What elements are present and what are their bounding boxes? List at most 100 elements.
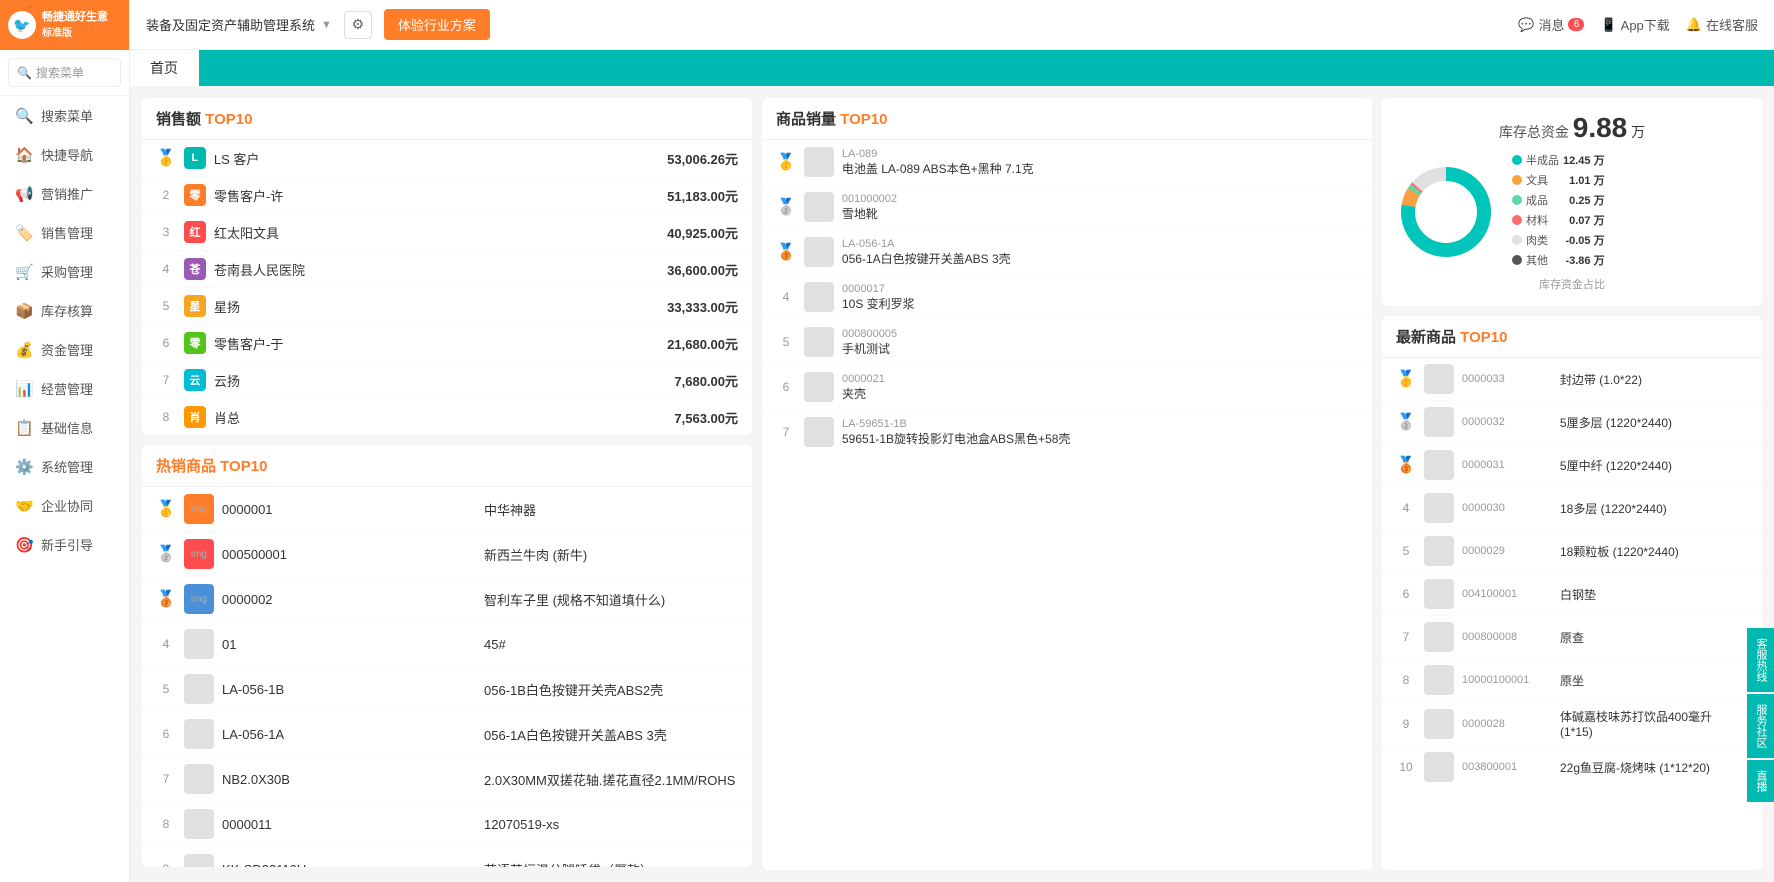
sidebar: 🐦 畅捷通好生意 标准版 🔍 搜索菜单 🔍搜索菜单🏠快捷导航📢营销推广🏷️销售管… — [0, 0, 130, 882]
sidebar-item-inventory[interactable]: 📦库存核算 — [0, 291, 129, 330]
customer-avatar: 苍 — [184, 258, 206, 280]
sidebar-item-system[interactable]: ⚙️系统管理 — [0, 447, 129, 486]
product-name: 5厘多层 (1220*2440) — [1560, 414, 1672, 431]
base-icon: 📋 — [15, 419, 33, 437]
logo-icon: 🐦 — [8, 11, 36, 39]
sold-product-list: 🥇 LA-089 电池盖 LA-089 ABS本色+黑种 7.1克 🥈 0010… — [762, 140, 1372, 454]
product-name: 电池盖 LA-089 ABS本色+黑种 7.1克 — [842, 160, 1358, 177]
product-code: 0000028 — [1462, 718, 1552, 730]
sidebar-item-search[interactable]: 🔍搜索菜单 — [0, 96, 129, 135]
product-image-placeholder — [1424, 450, 1454, 480]
settings-button[interactable]: ⚙ — [344, 11, 372, 39]
product-name: 白钢垫 — [1560, 586, 1596, 603]
main-nav: 🔍搜索菜单🏠快捷导航📢营销推广🏷️销售管理🛒采购管理📦库存核算💰资金管理📊经营管… — [0, 96, 129, 882]
product-image: img — [184, 539, 214, 569]
sidebar-item-operations[interactable]: 📊经营管理 — [0, 369, 129, 408]
tabbar: 首页 — [130, 50, 1774, 86]
sidebar-item-marketing[interactable]: 📢营销推广 — [0, 174, 129, 213]
product-code: KK-SD22110H — [222, 862, 476, 868]
rank-number: 7 — [156, 772, 176, 786]
product-image-placeholder — [804, 372, 834, 402]
product-image-placeholder — [804, 237, 834, 267]
float-btn-直播[interactable]: 直播 — [1747, 760, 1774, 802]
sidebar-item-finance[interactable]: 💰资金管理 — [0, 330, 129, 369]
legend-dot — [1512, 255, 1522, 265]
rank-number: 6 — [156, 336, 176, 350]
customer-name: 星扬 — [214, 297, 659, 316]
product-code: 01 — [222, 637, 476, 652]
float-btn-客服热线[interactable]: 客服热线 — [1747, 628, 1774, 692]
sold-products-header: 商品销量 TOP10 — [762, 98, 1372, 140]
app-download-button[interactable]: 📱 App下载 — [1600, 15, 1669, 34]
customer-name: 零售客户-许 — [214, 186, 659, 205]
product-image-placeholder — [184, 809, 214, 839]
system-selector[interactable]: 装备及固定资产辅助管理系统 ▼ — [146, 15, 332, 34]
product-image-placeholder — [1424, 752, 1454, 782]
product-image-placeholder — [1424, 364, 1454, 394]
quicknav-icon: 🏠 — [15, 146, 33, 164]
dropdown-icon: ▼ — [321, 19, 332, 31]
product-name: 45# — [484, 637, 738, 652]
sidebar-item-base[interactable]: 📋基础信息 — [0, 408, 129, 447]
product-name: 5厘中纤 (1220*2440) — [1560, 457, 1672, 474]
rank-number: 4 — [1396, 501, 1416, 515]
sidebar-item-coop[interactable]: 🤝企业协同 — [0, 486, 129, 525]
product-image-placeholder — [1424, 536, 1454, 566]
rank-number: 5 — [156, 299, 176, 313]
product-code: 000800005 — [842, 328, 1358, 340]
rank-medal: 🥇 — [1396, 369, 1416, 389]
logo-sub: 标准版 — [42, 24, 108, 39]
hot-product-row: 8 0000011 12070519-xs — [142, 802, 752, 847]
sold-product-row: 6 0000021 夹壳 — [762, 365, 1372, 410]
rank-number: 5 — [1396, 544, 1416, 558]
rank-medal: 🥇 — [156, 499, 176, 519]
product-image-placeholder — [804, 417, 834, 447]
customer-row: 5 星 星扬 33,333.00元 — [142, 288, 752, 325]
legend-dot — [1512, 175, 1522, 185]
customer-amount: 40,925.00元 — [667, 223, 738, 242]
product-code: 0000017 — [842, 283, 1358, 295]
tab-首页[interactable]: 首页 — [130, 50, 199, 86]
sidebar-item-quicknav[interactable]: 🏠快捷导航 — [0, 135, 129, 174]
donut-chart — [1396, 162, 1496, 262]
operations-icon: 📊 — [15, 380, 33, 398]
legend-value: -0.05 万 — [1565, 232, 1604, 248]
product-image-placeholder — [1424, 709, 1454, 739]
rank-number: 10 — [1396, 760, 1416, 774]
product-name: 原查 — [1560, 629, 1584, 646]
newest-product-row: 🥇 0000033 封边带 (1.0*22) — [1382, 358, 1762, 401]
customer-amount: 21,680.00元 — [667, 334, 738, 353]
float-btn-服务社区[interactable]: 服务社区 — [1747, 694, 1774, 758]
product-code: 0000033 — [1462, 373, 1552, 385]
sidebar-item-guide[interactable]: 🎯新手引导 — [0, 525, 129, 564]
newest-products-card: 最新商品 TOP10 🥇 0000033 封边带 (1.0*22) 🥈 0000… — [1382, 316, 1762, 870]
rank-number: 8 — [1396, 673, 1416, 687]
trial-button[interactable]: 体验行业方案 — [384, 9, 490, 40]
product-name: 056-1B白色按键开关壳ABS2壳 — [484, 680, 738, 699]
messages-button[interactable]: 💬 消息 6 — [1518, 15, 1584, 34]
sidebar-item-sales[interactable]: 🏷️销售管理 — [0, 213, 129, 252]
customer-avatar: 星 — [184, 295, 206, 317]
product-name: 12070519-xs — [484, 817, 738, 832]
customer-avatar: 零 — [184, 332, 206, 354]
online-service-button[interactable]: 🔔 在线客服 — [1686, 15, 1758, 34]
newest-product-row: 10 003800001 22g鱼豆腐-烧烤味 (1*12*20) — [1382, 746, 1762, 788]
product-name: 056-1A白色按键开关盖ABS 3壳 — [842, 250, 1358, 267]
product-name: 原坐 — [1560, 672, 1584, 689]
hot-product-row: 9 KK-SD22110H 花语萌恒温分腿睡袋（厚款） — [142, 847, 752, 867]
hot-product-list: 🥇 img 0000001 中华神器 🥈 img 000500001 新西兰牛肉… — [142, 487, 752, 867]
nav-label-finance: 资金管理 — [41, 340, 93, 359]
customer-amount: 7,563.00元 — [674, 408, 738, 427]
product-image-placeholder — [184, 674, 214, 704]
newest-product-row: 8 10000100001 原坐 — [1382, 659, 1762, 702]
legend-item: 其他 -3.86 万 — [1512, 252, 1605, 268]
newest-product-list: 🥇 0000033 封边带 (1.0*22) 🥈 0000032 5厘多层 (1… — [1382, 358, 1762, 788]
legend-label: 肉类 — [1526, 232, 1561, 248]
rank-number: 8 — [156, 817, 176, 831]
customer-list: 🥇 L LS 客户 53,006.26元 2 零 零售客户-许 51,183.0… — [142, 140, 752, 435]
newest-product-row: 9 0000028 体碱嘉枝味苏打饮品400毫升 (1*15) — [1382, 702, 1762, 746]
search-menu-button[interactable]: 🔍 搜索菜单 — [8, 58, 121, 87]
product-name: 18多层 (1220*2440) — [1560, 500, 1667, 517]
newest-product-row: 🥈 0000032 5厘多层 (1220*2440) — [1382, 401, 1762, 444]
sidebar-item-purchase[interactable]: 🛒采购管理 — [0, 252, 129, 291]
